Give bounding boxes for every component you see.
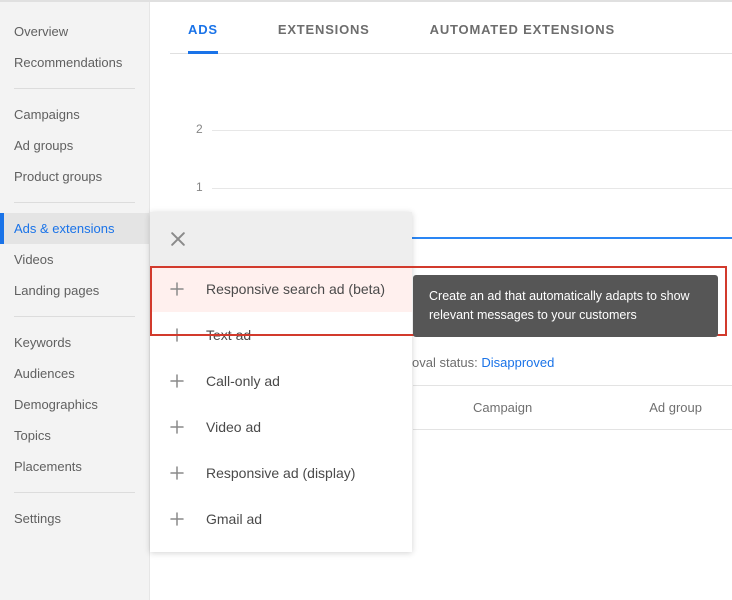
popup-option-video-ad[interactable]: Video ad [150,404,412,450]
approval-status-link[interactable]: Disapproved [481,355,554,370]
option-label: Responsive search ad (beta) [206,281,385,297]
chart-tick-label: 1 [196,180,203,194]
tab-automated-extensions[interactable]: Automated Extensions [430,22,615,53]
tab-extensions[interactable]: Extensions [278,22,370,53]
sidebar-item-audiences[interactable]: Audiences [0,358,149,389]
chart-tick-label: 2 [196,122,203,136]
divider [14,88,135,89]
new-ad-popup: Responsive search ad (beta) Text ad Call… [150,212,412,552]
popup-option-responsive-search-ad[interactable]: Responsive search ad (beta) [150,266,412,312]
sidebar-item-keywords[interactable]: Keywords [0,327,149,358]
sidebar-item-ad-groups[interactable]: Ad groups [0,130,149,161]
column-header-campaign[interactable]: Campaign [473,400,532,415]
sidebar-item-topics[interactable]: Topics [0,420,149,451]
popup-option-call-only-ad[interactable]: Call-only ad [150,358,412,404]
close-icon[interactable] [168,229,188,249]
tooltip: Create an ad that automatically adapts t… [413,275,718,337]
popup-option-gmail-ad[interactable]: Gmail ad [150,496,412,542]
sidebar-item-settings[interactable]: Settings [0,503,149,534]
sidebar-item-recommendations[interactable]: Recommendations [0,47,149,78]
option-label: Text ad [206,327,251,343]
plus-icon [168,510,186,528]
option-label: Video ad [206,419,261,435]
sidebar-item-videos[interactable]: Videos [0,244,149,275]
plus-icon [168,326,186,344]
popup-option-text-ad[interactable]: Text ad [150,312,412,358]
approval-status-row: oval status: Disapproved [412,355,554,370]
sidebar-item-product-groups[interactable]: Product groups [0,161,149,192]
plus-icon [168,418,186,436]
divider [14,492,135,493]
sidebar-item-overview[interactable]: Overview [0,16,149,47]
sidebar: Overview Recommendations Campaigns Ad gr… [0,2,150,600]
tabs: Ads Extensions Automated Extensions [170,2,732,54]
option-label: Gmail ad [206,511,262,527]
table-header-row: Campaign Ad group [413,385,732,430]
popup-header [150,212,412,266]
main-content: Ads Extensions Automated Extensions 2 1 [150,2,732,600]
plus-icon [168,464,186,482]
plus-icon [168,372,186,390]
plus-icon [168,280,186,298]
divider [14,202,135,203]
popup-option-responsive-ad-display[interactable]: Responsive ad (display) [150,450,412,496]
column-header-ad-group[interactable]: Ad group [649,400,702,415]
sidebar-item-landing-pages[interactable]: Landing pages [0,275,149,306]
divider [14,316,135,317]
approval-label: oval status: [412,355,481,370]
option-label: Call-only ad [206,373,280,389]
sidebar-item-ads-extensions[interactable]: Ads & extensions [0,213,149,244]
sidebar-item-placements[interactable]: Placements [0,451,149,482]
app-root: Overview Recommendations Campaigns Ad gr… [0,0,732,600]
sidebar-item-demographics[interactable]: Demographics [0,389,149,420]
sidebar-item-campaigns[interactable]: Campaigns [0,99,149,130]
tab-ads[interactable]: Ads [188,22,218,54]
option-label: Responsive ad (display) [206,465,355,481]
chart-gridline [212,188,732,189]
tooltip-text: Create an ad that automatically adapts t… [429,289,690,322]
chart-gridline [212,130,732,131]
